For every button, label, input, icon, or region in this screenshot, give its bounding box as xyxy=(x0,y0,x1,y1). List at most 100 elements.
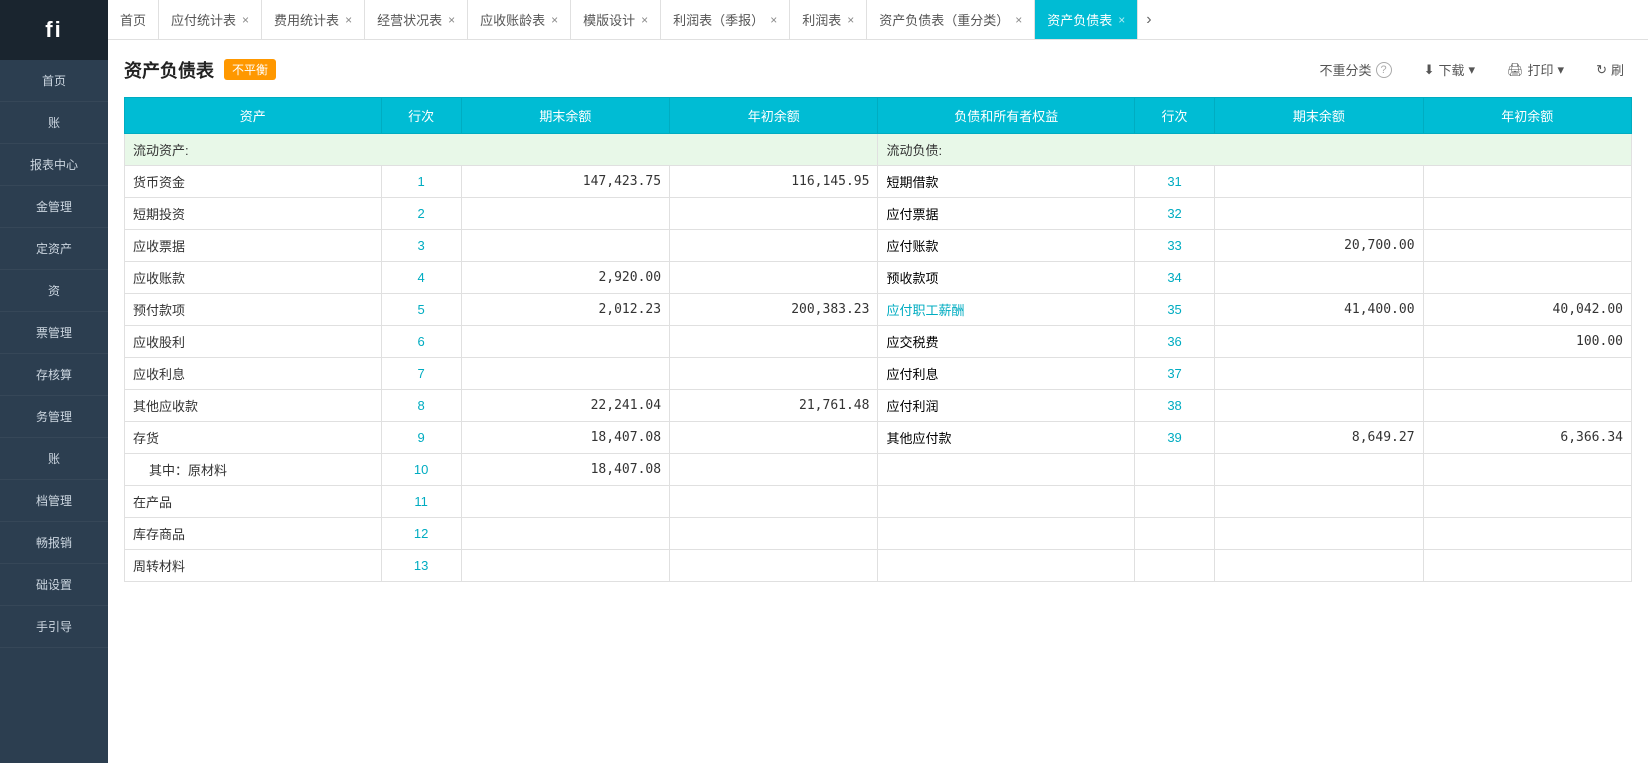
cell-liability[interactable] xyxy=(878,486,1135,518)
sidebar-item-investment[interactable]: 资 xyxy=(0,270,108,312)
tab-scroll-right[interactable]: › xyxy=(1138,0,1159,40)
cell-liability[interactable]: 应付账款 xyxy=(878,230,1135,262)
cell-row: 1 xyxy=(381,166,461,198)
sidebar-item-guide[interactable]: 手引导 xyxy=(0,606,108,648)
tab-balance-reclassified[interactable]: 资产负债表（重分类） × xyxy=(867,0,1035,40)
cell-asset[interactable]: 应收利息 xyxy=(125,358,382,390)
cell-liability[interactable] xyxy=(878,550,1135,582)
cell-asset[interactable]: 其中：原材料 xyxy=(125,454,382,486)
sidebar-item-report-center[interactable]: 报表中心 xyxy=(0,144,108,186)
tab-home[interactable]: 首页 xyxy=(108,0,159,40)
cell-liability[interactable] xyxy=(878,454,1135,486)
cell-liability[interactable]: 应付利润 xyxy=(878,390,1135,422)
cell-liability[interactable]: 应付票据 xyxy=(878,198,1135,230)
cell-period-end2: 8,649.27 xyxy=(1215,422,1423,454)
cell-year-start2: 6,366.34 xyxy=(1423,422,1631,454)
sidebar-item-stock-settle[interactable]: 存核算 xyxy=(0,354,108,396)
table-row: 应收票据 3 应付账款 33 20,700.00 xyxy=(125,230,1632,262)
cell-asset[interactable]: 应收股利 xyxy=(125,326,382,358)
cell-year-start2: 100.00 xyxy=(1423,326,1631,358)
cell-row: 11 xyxy=(381,486,461,518)
cell-row: 4 xyxy=(381,262,461,294)
cell-row2: 39 xyxy=(1134,422,1214,454)
cell-liability[interactable]: 短期借款 xyxy=(878,166,1135,198)
tab-template-design[interactable]: 模版设计 × xyxy=(571,0,661,40)
cell-period-end: 2,920.00 xyxy=(461,262,669,294)
cell-asset[interactable]: 应收账款 xyxy=(125,262,382,294)
sidebar-item-archive-mgmt[interactable]: 档管理 xyxy=(0,480,108,522)
cell-asset[interactable]: 货币资金 xyxy=(125,166,382,198)
sidebar-item-ticket-mgmt[interactable]: 票管理 xyxy=(0,312,108,354)
table-row: 短期投资 2 应付票据 32 xyxy=(125,198,1632,230)
cell-year-start: 116,145.95 xyxy=(670,166,878,198)
download-button[interactable]: ⬇ 下载 ▾ xyxy=(1416,56,1483,83)
sidebar-item-basic-settings[interactable]: 础设置 xyxy=(0,564,108,606)
tab-ap-stats[interactable]: 应付统计表 × xyxy=(159,0,262,40)
tab-close-balance-sheet[interactable]: × xyxy=(1118,13,1125,27)
section-label-right: 流动负债: xyxy=(878,134,1632,166)
tab-profit-quarterly[interactable]: 利润表（季报） × xyxy=(661,0,790,40)
print-button[interactable]: 🖨 打印 ▾ xyxy=(1499,56,1572,83)
tab-close-operation-status[interactable]: × xyxy=(448,13,455,27)
tab-profit[interactable]: 利润表 × xyxy=(790,0,867,40)
cell-asset[interactable]: 其他应收款 xyxy=(125,390,382,422)
cell-asset[interactable]: 短期投资 xyxy=(125,198,382,230)
tab-expense-stats[interactable]: 费用统计表 × xyxy=(262,0,365,40)
cell-liability[interactable]: 应交税费 xyxy=(878,326,1135,358)
cell-period-end xyxy=(461,230,669,262)
help-icon[interactable]: ? xyxy=(1376,62,1392,78)
tab-close-ap-stats[interactable]: × xyxy=(242,13,249,27)
cell-liability[interactable]: 应付利息 xyxy=(878,358,1135,390)
table-row: 在产品 11 xyxy=(125,486,1632,518)
tab-close-expense-stats[interactable]: × xyxy=(345,13,352,27)
tab-close-profit-quarterly[interactable]: × xyxy=(770,13,777,27)
cell-row2 xyxy=(1134,454,1214,486)
table-row: 货币资金 1 147,423.75 116,145.95 短期借款 31 xyxy=(125,166,1632,198)
tab-operation-status[interactable]: 经营状况表 × xyxy=(365,0,468,40)
cell-asset[interactable]: 存货 xyxy=(125,422,382,454)
cell-year-start2 xyxy=(1423,358,1631,390)
table-row: 其中：原材料 10 18,407.08 xyxy=(125,454,1632,486)
sidebar-item-accounts[interactable]: 账 xyxy=(0,102,108,144)
section-label-left: 流动资产: xyxy=(125,134,878,166)
table-row: 周转材料 13 xyxy=(125,550,1632,582)
cell-asset[interactable]: 应收票据 xyxy=(125,230,382,262)
cell-liability[interactable] xyxy=(878,518,1135,550)
tab-ar-aging[interactable]: 应收账龄表 × xyxy=(468,0,571,40)
cell-period-end: 2,012.23 xyxy=(461,294,669,326)
sidebar-item-fund-mgmt[interactable]: 金管理 xyxy=(0,186,108,228)
sidebar-item-ledger[interactable]: 账 xyxy=(0,438,108,480)
header-asset: 资产 xyxy=(125,98,382,134)
tab-close-ar-aging[interactable]: × xyxy=(551,13,558,27)
tab-close-profit[interactable]: × xyxy=(847,13,854,27)
sidebar: fi 首页 账 报表中心 金管理 定资产 资 票管理 存核算 务管理 账 档管理… xyxy=(0,0,108,763)
cell-period-end xyxy=(461,518,669,550)
no-reclassify-button[interactable]: 不重分类 ? xyxy=(1312,56,1400,83)
sidebar-item-affairs-mgmt[interactable]: 务管理 xyxy=(0,396,108,438)
cell-asset[interactable]: 在产品 xyxy=(125,486,382,518)
cell-row2: 31 xyxy=(1134,166,1214,198)
cell-period-end2 xyxy=(1215,518,1423,550)
cell-asset[interactable]: 预付款项 xyxy=(125,294,382,326)
sidebar-item-home[interactable]: 首页 xyxy=(0,60,108,102)
sidebar-item-fixed-assets[interactable]: 定资产 xyxy=(0,228,108,270)
cell-row: 8 xyxy=(381,390,461,422)
header-liability: 负债和所有者权益 xyxy=(878,98,1135,134)
cell-liability[interactable]: 其他应付款 xyxy=(878,422,1135,454)
cell-liability[interactable]: 应付职工薪酬 xyxy=(878,294,1135,326)
cell-asset[interactable]: 库存商品 xyxy=(125,518,382,550)
balance-sheet-table: 资产 行次 期末余额 年初余额 负债和所有者权益 行次 期末余额 年初余额 流动… xyxy=(124,97,1632,582)
cell-row2: 34 xyxy=(1134,262,1214,294)
cell-asset[interactable]: 周转材料 xyxy=(125,550,382,582)
header-row-num: 行次 xyxy=(381,98,461,134)
cell-year-start2 xyxy=(1423,230,1631,262)
tab-close-template-design[interactable]: × xyxy=(641,13,648,27)
tab-close-balance-reclassified[interactable]: × xyxy=(1015,13,1022,27)
refresh-button[interactable]: ↻ 刷 xyxy=(1588,56,1632,83)
cell-liability[interactable]: 预收款项 xyxy=(878,262,1135,294)
cell-period-end2: 41,400.00 xyxy=(1215,294,1423,326)
content-area: 资产负债表 不平衡 不重分类 ? ⬇ 下载 ▾ 🖨 打印 ▾ xyxy=(108,40,1648,763)
tab-balance-sheet[interactable]: 资产负债表 × xyxy=(1035,0,1138,40)
page-title: 资产负债表 xyxy=(124,57,214,83)
sidebar-item-sales[interactable]: 畅报销 xyxy=(0,522,108,564)
